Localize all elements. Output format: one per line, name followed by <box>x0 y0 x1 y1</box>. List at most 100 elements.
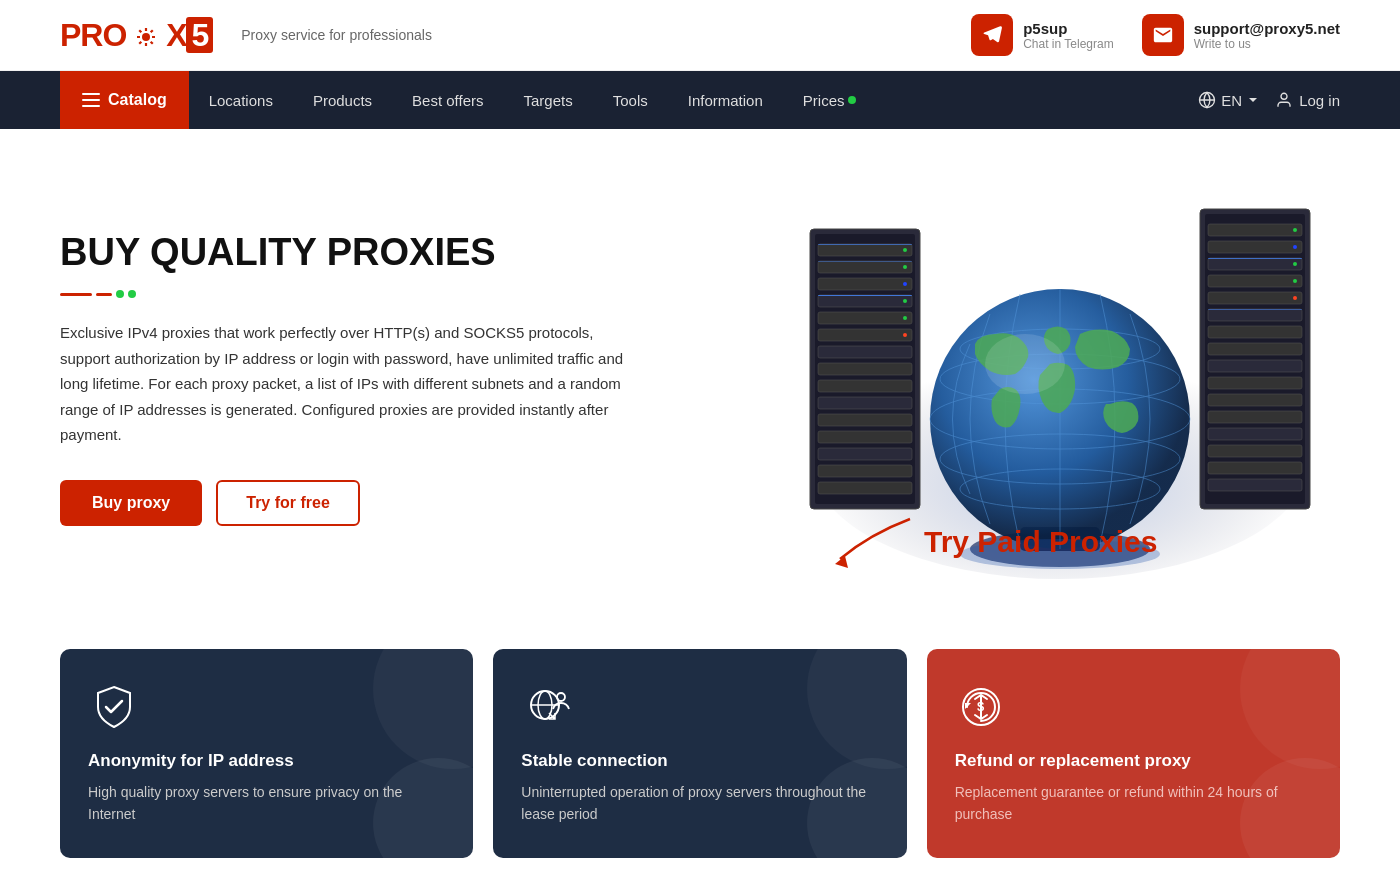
telegram-info: p5sup Chat in Telegram <box>1023 20 1114 51</box>
svg-rect-14 <box>818 380 912 392</box>
svg-point-50 <box>1293 262 1297 266</box>
nav-item-products[interactable]: Products <box>293 71 392 129</box>
hero-image: Try Paid Proxies <box>780 179 1340 579</box>
telegram-contact[interactable]: p5sup Chat in Telegram <box>971 14 1114 56</box>
email-icon <box>1142 14 1184 56</box>
features-section: Anonymity for IP address High quality pr… <box>0 619 1400 891</box>
email-address: support@proxy5.net <box>1194 20 1340 37</box>
nav-items: Locations Products Best offers Targets T… <box>189 71 1199 129</box>
email-info: support@proxy5.net Write to us <box>1194 20 1340 51</box>
svg-rect-10 <box>818 312 912 324</box>
svg-rect-41 <box>1208 377 1302 389</box>
feature-card-stable: Stable connection Uninterrupted operatio… <box>493 649 906 858</box>
nav-item-best-offers[interactable]: Best offers <box>392 71 503 129</box>
svg-text:$: $ <box>977 699 985 714</box>
svg-point-48 <box>1293 228 1297 232</box>
divider-line-2 <box>96 293 112 296</box>
shield-icon <box>88 681 140 733</box>
svg-rect-19 <box>818 465 912 477</box>
hamburger-icon <box>82 93 100 107</box>
svg-rect-27 <box>818 244 912 245</box>
divider-dot-2 <box>128 290 136 298</box>
svg-point-64 <box>985 334 1065 394</box>
svg-marker-73 <box>965 703 971 709</box>
annotation-text: Try Paid Proxies <box>924 525 1157 559</box>
feature-desc-stable: Uninterrupted operation of proxy servers… <box>521 781 878 826</box>
svg-rect-18 <box>818 448 912 460</box>
feature-title-anonymity: Anonymity for IP address <box>88 751 445 771</box>
svg-rect-44 <box>1208 428 1302 440</box>
email-contact[interactable]: support@proxy5.net Write to us <box>1142 14 1340 56</box>
nav-item-prices[interactable]: Prices <box>783 71 876 129</box>
svg-point-49 <box>1293 245 1297 249</box>
hero-section: BUY QUALITY PROXIES Exclusive IPv4 proxi… <box>0 129 1400 619</box>
svg-rect-7 <box>818 261 912 273</box>
svg-point-0 <box>142 33 150 41</box>
svg-point-26 <box>903 333 907 337</box>
annotation-arrow <box>830 514 920 569</box>
feature-card-anonymity: Anonymity for IP address High quality pr… <box>60 649 473 858</box>
telegram-icon <box>971 14 1013 56</box>
svg-rect-33 <box>1208 241 1302 253</box>
telegram-desc: Chat in Telegram <box>1023 37 1114 51</box>
svg-rect-28 <box>818 261 912 262</box>
logo[interactable]: PRO X5 <box>60 17 213 54</box>
svg-rect-29 <box>818 295 912 296</box>
svg-rect-32 <box>1208 224 1302 236</box>
feature-desc-anonymity: High quality proxy servers to ensure pri… <box>88 781 445 826</box>
telegram-handle: p5sup <box>1023 20 1114 37</box>
svg-rect-39 <box>1208 343 1302 355</box>
svg-rect-38 <box>1208 326 1302 338</box>
svg-rect-54 <box>1208 309 1302 310</box>
svg-rect-15 <box>818 397 912 409</box>
svg-rect-43 <box>1208 411 1302 423</box>
login-button[interactable]: Log in <box>1275 91 1340 109</box>
svg-rect-20 <box>818 482 912 494</box>
nav-item-tools[interactable]: Tools <box>593 71 668 129</box>
divider-dot-1 <box>116 290 124 298</box>
language-selector[interactable]: EN <box>1198 91 1259 109</box>
svg-rect-35 <box>1208 275 1302 287</box>
svg-rect-40 <box>1208 360 1302 372</box>
svg-point-51 <box>1293 279 1297 283</box>
connection-icon <box>521 681 573 733</box>
svg-rect-11 <box>818 329 912 341</box>
svg-rect-46 <box>1208 462 1302 474</box>
feature-title-refund: Refund or replacement proxy <box>955 751 1312 771</box>
svg-rect-37 <box>1208 309 1302 321</box>
svg-point-21 <box>903 248 907 252</box>
nav-item-information[interactable]: Information <box>668 71 783 129</box>
hero-buttons: Buy proxy Try for free <box>60 480 640 526</box>
svg-point-70 <box>557 693 565 701</box>
feature-desc-refund: Replacement guarantee or refund within 2… <box>955 781 1312 826</box>
annotation-container: Try Paid Proxies <box>830 514 1157 569</box>
try-free-button[interactable]: Try for free <box>216 480 360 526</box>
svg-rect-17 <box>818 431 912 443</box>
hero-content: BUY QUALITY PROXIES Exclusive IPv4 proxi… <box>60 232 640 525</box>
svg-point-24 <box>903 299 907 303</box>
svg-point-2 <box>1281 93 1287 99</box>
header: PRO X5 Proxy service for professionals p… <box>0 0 1400 71</box>
nav-item-targets[interactable]: Targets <box>504 71 593 129</box>
header-left: PRO X5 Proxy service for professionals <box>60 17 432 54</box>
catalog-label: Catalog <box>108 91 167 109</box>
svg-rect-34 <box>1208 258 1302 270</box>
svg-rect-31 <box>1205 214 1305 504</box>
svg-point-23 <box>903 282 907 286</box>
svg-point-25 <box>903 316 907 320</box>
hero-divider <box>60 290 640 298</box>
feature-title-stable: Stable connection <box>521 751 878 771</box>
feature-card-refund: $ Refund or replacement proxy Replacemen… <box>927 649 1340 858</box>
header-right: p5sup Chat in Telegram support@proxy5.ne… <box>971 14 1340 56</box>
nav-item-locations[interactable]: Locations <box>189 71 293 129</box>
divider-line-1 <box>60 293 92 296</box>
svg-rect-16 <box>818 414 912 426</box>
nav-right: EN Log in <box>1198 91 1340 109</box>
svg-rect-53 <box>1208 258 1302 259</box>
hero-description: Exclusive IPv4 proxies that work perfect… <box>60 320 640 448</box>
language-label: EN <box>1221 92 1242 109</box>
svg-rect-13 <box>818 363 912 375</box>
buy-proxy-button[interactable]: Buy proxy <box>60 480 202 526</box>
svg-rect-36 <box>1208 292 1302 304</box>
catalog-button[interactable]: Catalog <box>60 71 189 129</box>
